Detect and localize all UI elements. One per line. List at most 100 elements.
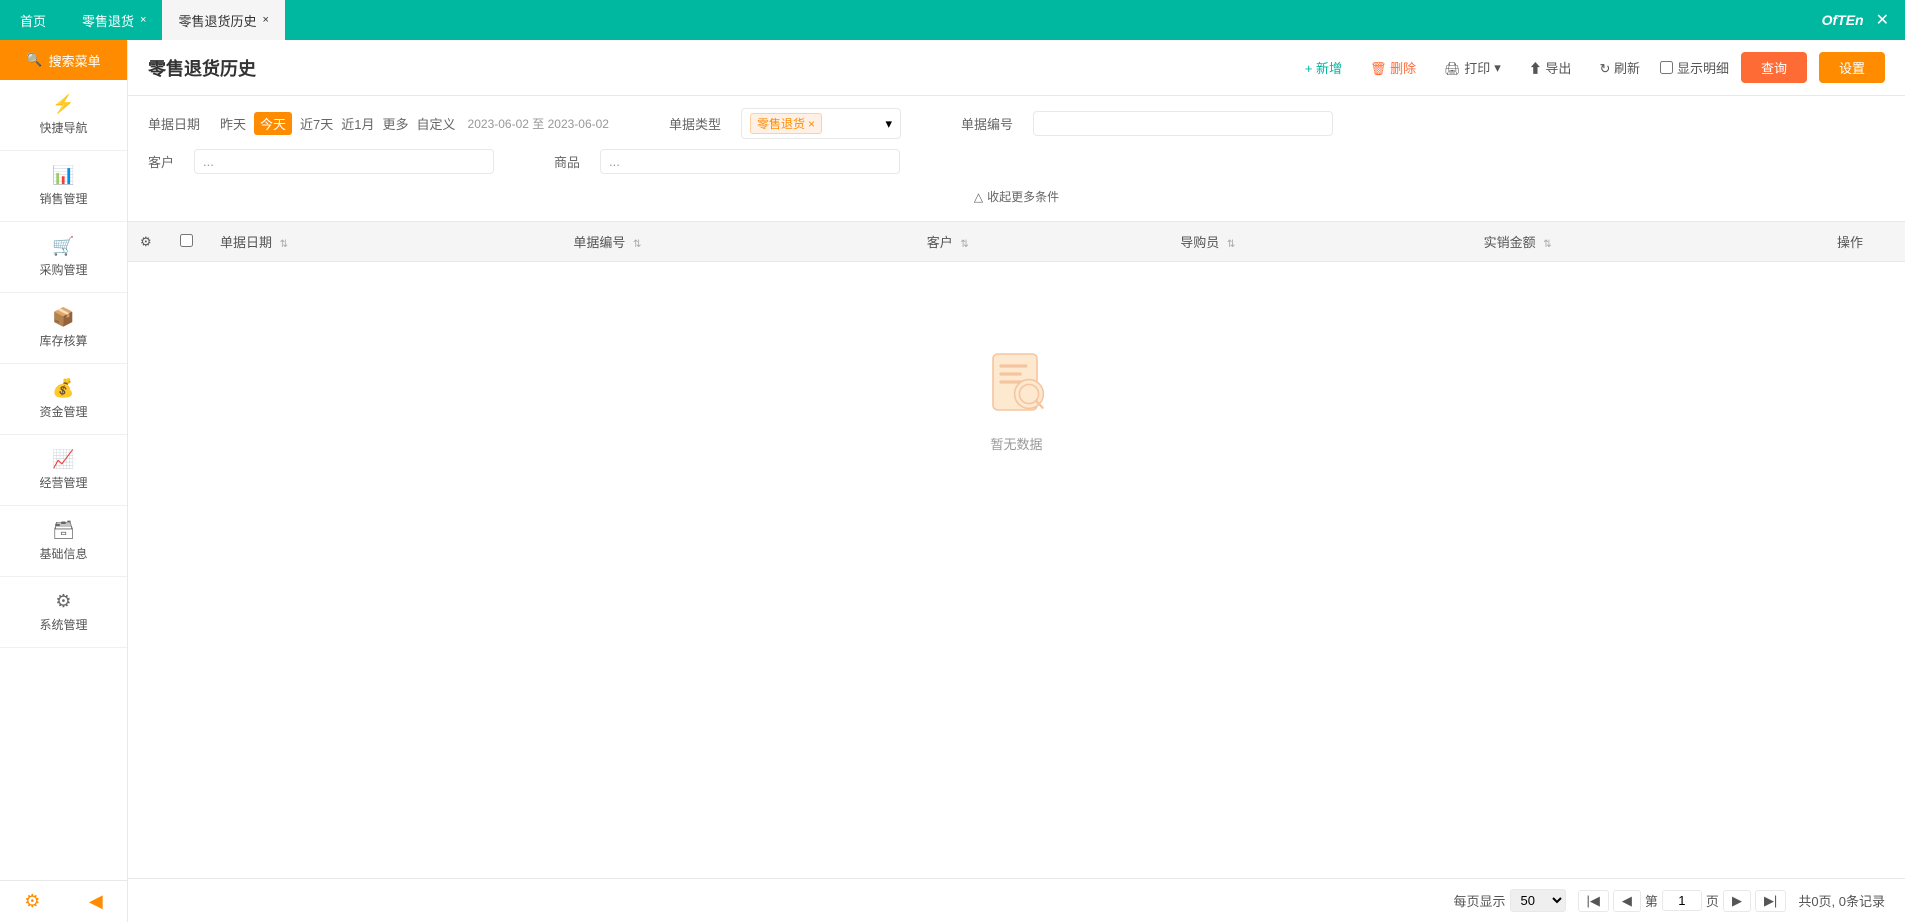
sidebar-item-operation[interactable]: 📈 经营管理 [0, 435, 127, 506]
ops-column-label: 操作 [1837, 235, 1863, 250]
date-option-7days[interactable]: 近7天 [300, 114, 333, 133]
type-tag-close[interactable]: × [808, 117, 815, 131]
amount-sort-icon: ⇅ [1543, 239, 1551, 250]
date-option-custom[interactable]: 自定义 [417, 114, 456, 133]
date-options: 昨天 今天 近7天 近1月 更多 自定义 2023-06-02 至 2023-0… [220, 112, 609, 135]
guide-column-header[interactable]: 导购员 ⇅ [1168, 222, 1471, 262]
sidebar-item-operation-label: 经营管理 [39, 474, 87, 491]
amount-column-label: 实销金额 [1484, 235, 1536, 250]
sidebar-item-finance[interactable]: 💰 资金管理 [0, 364, 127, 435]
settings-button[interactable]: 设置 [1819, 52, 1885, 83]
empty-icon [977, 342, 1057, 422]
date-option-yesterday[interactable]: 昨天 [220, 114, 246, 133]
tab-home-label: 首页 [20, 11, 46, 30]
next-page-button[interactable]: ▶ [1723, 890, 1751, 912]
sidebar-item-quick-nav-label: 快捷导航 [39, 119, 87, 136]
sidebar-item-basic-info-label: 基础信息 [39, 545, 87, 562]
collapse-button[interactable]: △ 收起更多条件 [148, 184, 1885, 209]
sidebar-bottom: ⚙ ◀ [0, 880, 127, 922]
number-filter-input[interactable] [1033, 111, 1333, 136]
tab-retail-return-history-close[interactable]: × [262, 14, 268, 26]
tab-retail-return-close[interactable]: × [140, 14, 146, 26]
gear-icon[interactable]: ⚙ [140, 234, 152, 249]
tab-retail-return[interactable]: 零售退货 × [66, 0, 162, 40]
operation-icon: 📈 [52, 449, 74, 470]
new-button[interactable]: + 新增 [1297, 54, 1350, 81]
customer-filter-input[interactable]: ... [194, 149, 494, 174]
customer-column-label: 客户 [927, 235, 953, 250]
gear-column-header[interactable]: ⚙ [128, 222, 168, 262]
date-option-today[interactable]: 今天 [254, 112, 292, 135]
main-layout: 🔍 搜索菜单 ⚡ 快捷导航 📊 销售管理 🛒 采购管理 📦 库存核算 💰 [0, 40, 1905, 922]
number-column-label: 单据编号 [573, 235, 625, 250]
delete-button[interactable]: 🗑 删除 [1362, 54, 1424, 81]
empty-state: 暂无数据 [128, 262, 1905, 533]
type-filter-tag: 零售退货 × [750, 113, 822, 134]
ops-column-header: 操作 [1825, 222, 1905, 262]
sidebar-item-system[interactable]: ⚙ 系统管理 [0, 577, 127, 648]
customer-filter-label: 客户 [148, 152, 174, 171]
delete-button-label: 🗑 删除 [1370, 58, 1416, 77]
date-column-header[interactable]: 单据日期 ⇅ [208, 222, 561, 262]
sidebar-item-basic-info[interactable]: 🗃 基础信息 [0, 506, 127, 577]
number-column-header[interactable]: 单据编号 ⇅ [561, 222, 914, 262]
show-detail-label: 显示明细 [1677, 58, 1729, 77]
pagination-nav: |◀ ◀ 第 页 ▶ ▶| [1578, 890, 1787, 912]
sidebar-item-quick-nav[interactable]: ⚡ 快捷导航 [0, 80, 127, 151]
sidebar-item-purchase[interactable]: 🛒 采购管理 [0, 222, 127, 293]
show-detail-checkbox[interactable]: 显示明细 [1660, 58, 1729, 77]
select-all-checkbox[interactable] [180, 234, 193, 247]
prev-page-button[interactable]: ◀ [1613, 890, 1641, 912]
sidebar-search-label: 搜索菜单 [49, 51, 101, 70]
customer-column-header[interactable]: 客户 ⇅ [915, 222, 1169, 262]
tab-bar: 首页 零售退货 × 零售退货历史 × [0, 0, 1822, 40]
settings-bottom-icon[interactable]: ⚙ [24, 891, 40, 912]
tab-retail-return-history[interactable]: 零售退货历史 × [162, 0, 284, 40]
first-page-button[interactable]: |◀ [1578, 890, 1609, 912]
page-size-dropdown[interactable]: 50 20 100 [1510, 889, 1566, 912]
table-container: ⚙ 单据日期 ⇅ 单据编号 ⇅ [128, 222, 1905, 878]
sidebar-item-inventory[interactable]: 📦 库存核算 [0, 293, 127, 364]
filter-row-1: 单据日期 昨天 今天 近7天 近1月 更多 自定义 2023-06-02 至 2… [148, 108, 1885, 139]
date-option-more[interactable]: 更多 [383, 114, 409, 133]
sidebar-item-inventory-label: 库存核算 [39, 332, 87, 349]
refresh-button-label: ↻ 刷新 [1599, 58, 1640, 77]
system-icon: ⚙ [55, 591, 71, 612]
table-body: 暂无数据 [128, 262, 1905, 534]
basic-info-icon: 🗃 [52, 520, 75, 541]
sidebar-item-purchase-label: 采购管理 [39, 261, 87, 278]
export-button-label: ⬆ 导出 [1529, 58, 1572, 77]
date-column-label: 单据日期 [220, 235, 272, 250]
last-page-button[interactable]: ▶| [1755, 890, 1786, 912]
close-window-button[interactable]: ✕ [1876, 10, 1889, 30]
sidebar-item-finance-label: 资金管理 [39, 403, 87, 420]
print-button[interactable]: 🖨 打印 ▾ [1436, 54, 1509, 81]
date-sort-icon: ⇅ [280, 239, 288, 250]
tab-home[interactable]: 首页 [0, 0, 66, 40]
type-filter-select[interactable]: 零售退货 × ▾ [741, 108, 901, 139]
print-dropdown-icon[interactable]: ▾ [1494, 60, 1501, 76]
sidebar-search[interactable]: 🔍 搜索菜单 [0, 40, 127, 80]
query-button[interactable]: 查询 [1741, 52, 1807, 83]
show-detail-input[interactable] [1660, 61, 1673, 74]
page-size-selector: 每页显示 50 20 100 [1454, 889, 1566, 912]
amount-column-header[interactable]: 实销金额 ⇅ [1472, 222, 1825, 262]
content-area: 零售退货历史 + 新增 🗑 删除 🖨 打印 ▾ ⬆ 导出 ↻ 刷新 [128, 40, 1905, 922]
goods-filter-input[interactable]: ... [600, 149, 900, 174]
page-number-input[interactable] [1662, 890, 1702, 911]
sidebar: 🔍 搜索菜单 ⚡ 快捷导航 📊 销售管理 🛒 采购管理 📦 库存核算 💰 [0, 40, 128, 922]
tab-retail-return-label: 零售退货 [82, 11, 134, 30]
print-button-label: 🖨 打印 [1444, 58, 1490, 77]
export-button[interactable]: ⬆ 导出 [1521, 54, 1580, 81]
filter-row-2: 客户 ... 商品 ... [148, 149, 1885, 174]
sidebar-item-sales[interactable]: 📊 销售管理 [0, 151, 127, 222]
inventory-icon: 📦 [52, 307, 74, 328]
refresh-button[interactable]: ↻ 刷新 [1591, 54, 1648, 81]
date-option-1month[interactable]: 近1月 [341, 114, 374, 133]
page-actions: + 新增 🗑 删除 🖨 打印 ▾ ⬆ 导出 ↻ 刷新 显示明细 [1297, 52, 1885, 83]
checkbox-column-header[interactable] [168, 222, 208, 262]
type-tag-value: 零售退货 [757, 115, 805, 132]
collapse-sidebar-icon[interactable]: ◀ [89, 891, 103, 912]
quick-nav-icon: ⚡ [52, 94, 74, 115]
type-filter-label: 单据类型 [669, 114, 721, 133]
